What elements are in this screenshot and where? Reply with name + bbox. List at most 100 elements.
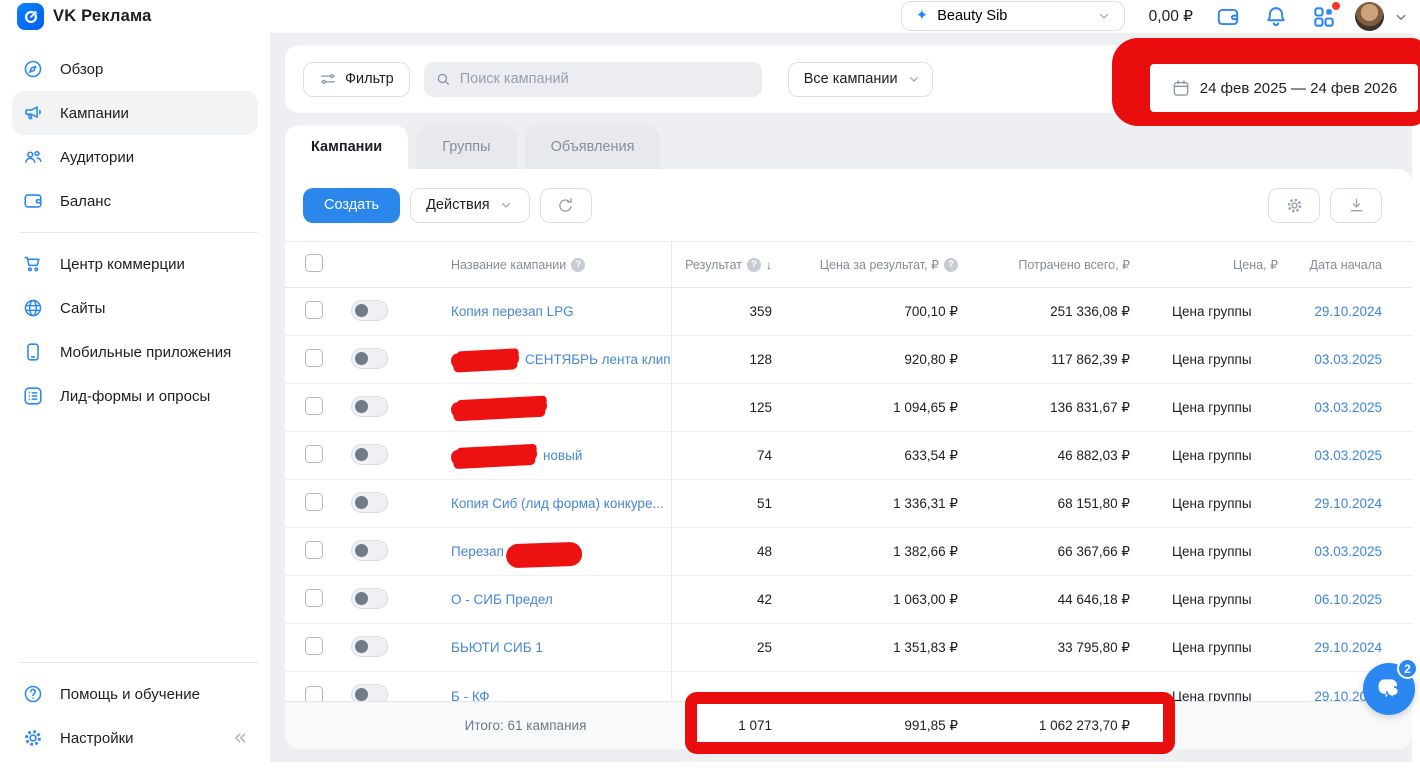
sidebar-item-lead-forms[interactable]: Лид-формы и опросы	[12, 374, 258, 418]
sidebar: Обзор Кампании Аудитории Баланс Центр ко…	[0, 33, 270, 770]
sidebar-item-commerce-center[interactable]: Центр коммерции	[12, 242, 258, 286]
start-date-link[interactable]: 03.03.2025	[1314, 400, 1382, 415]
refresh-icon	[559, 197, 572, 212]
sidebar-item-help[interactable]: Помощь и обучение	[12, 672, 258, 716]
create-button[interactable]: Создать	[303, 187, 401, 223]
row-checkbox[interactable]	[305, 589, 323, 607]
export-button[interactable]	[1330, 187, 1382, 223]
account-switcher[interactable]: ✦ Beauty Sib	[900, 0, 1125, 31]
support-chat-button[interactable]: 2	[1363, 658, 1418, 715]
help-icon[interactable]: ?	[747, 257, 761, 272]
row-toggle[interactable]	[351, 635, 388, 657]
wallet-button[interactable]	[1215, 4, 1241, 30]
sidebar-item-mobile-apps[interactable]: Мобильные приложения	[12, 330, 258, 374]
select-all-checkbox[interactable]	[305, 254, 323, 272]
total-cost-per-result: 991,85 ₽	[904, 717, 958, 733]
tab-campaigns[interactable]: Кампании	[285, 125, 409, 169]
start-date-link[interactable]: 03.03.2025	[1314, 544, 1382, 559]
cost-per-result-value: 700,10 ₽	[904, 303, 958, 319]
sidebar-item-label: Мобильные приложения	[60, 343, 232, 361]
column-result[interactable]: Результат	[685, 258, 742, 272]
column-cost-per-result[interactable]: Цена за результат, ₽	[820, 257, 939, 272]
campaign-scope-select[interactable]: Все кампании	[787, 61, 933, 97]
avatar[interactable]	[1355, 2, 1384, 31]
row-toggle[interactable]	[351, 347, 388, 369]
apps-menu-button[interactable]	[1311, 1, 1340, 30]
column-price[interactable]: Цена, ₽	[1233, 258, 1278, 272]
row-checkbox[interactable]	[305, 685, 323, 701]
tab-ads[interactable]: Объявления	[524, 125, 661, 169]
result-value: 51	[756, 496, 772, 511]
campaign-name-link[interactable]: О - СИБ Предел	[451, 592, 553, 607]
campaign-name-link[interactable]: Перезап	[451, 544, 504, 559]
help-icon[interactable]: ?	[571, 257, 586, 272]
row-toggle[interactable]	[351, 491, 388, 513]
row-checkbox[interactable]	[305, 301, 323, 319]
help-icon[interactable]: ?	[944, 257, 958, 272]
sidebar-item-sites[interactable]: Сайты	[12, 286, 258, 330]
start-date-link[interactable]: 06.10.2025	[1314, 592, 1382, 607]
filter-button[interactable]: Фильтр	[303, 61, 410, 97]
totals-label: Итого: 61 кампания	[464, 718, 587, 733]
row-toggle[interactable]	[351, 539, 388, 561]
spent-value: 136 831,67 ₽	[1050, 399, 1130, 415]
sidebar-item-balance[interactable]: Баланс	[12, 179, 258, 223]
account-name: Beauty Sib	[937, 7, 1008, 24]
row-checkbox[interactable]	[305, 445, 323, 463]
row-toggle[interactable]	[351, 684, 388, 701]
row-checkbox[interactable]	[305, 397, 323, 415]
column-start-date[interactable]: Дата начала	[1310, 258, 1382, 272]
phone-icon	[22, 341, 44, 363]
search-icon	[437, 73, 449, 85]
sidebar-item-label: Лид-формы и опросы	[60, 387, 211, 405]
chevron-down-icon[interactable]	[1392, 8, 1410, 26]
tab-groups[interactable]: Группы	[416, 125, 517, 169]
sidebar-item-campaigns[interactable]: Кампании	[12, 91, 258, 135]
row-checkbox[interactable]	[305, 541, 323, 559]
campaign-name-link[interactable]: СЕНТЯБРЬ лента клипы	[525, 352, 671, 367]
row-toggle[interactable]	[351, 443, 388, 465]
row-checkbox[interactable]	[305, 349, 323, 367]
row-checkbox[interactable]	[305, 493, 323, 511]
chat-icon	[1378, 679, 1400, 701]
filter-label: Фильтр	[345, 71, 394, 87]
column-total-spent[interactable]: Потрачено всего, ₽	[1018, 258, 1130, 272]
search-input[interactable]	[423, 61, 762, 97]
sidebar-item-settings[interactable]: Настройки	[12, 716, 258, 760]
campaign-name-link[interactable]: новый	[543, 448, 582, 463]
row-toggle[interactable]	[351, 587, 388, 609]
sidebar-item-audiences[interactable]: Аудитории	[12, 135, 258, 179]
start-date-link[interactable]: 03.03.2025	[1314, 352, 1382, 367]
campaigns-panel: Создать Действия Название кампании ? Рез…	[285, 169, 1412, 754]
campaign-name-link[interactable]: БЬЮТИ СИБ 1	[451, 640, 543, 655]
sliders-icon	[320, 74, 336, 84]
table-row: новый 74 633,54 ₽ 46 882,03 ₽ Цена групп…	[285, 432, 1412, 480]
gear-icon	[22, 727, 44, 749]
date-range-picker[interactable]: 24 фев 2025 — 24 фев 2026	[1150, 64, 1418, 112]
campaign-name-link[interactable]: Б - КФ	[451, 689, 490, 702]
result-value: 42	[756, 592, 772, 607]
column-name[interactable]: Название кампании	[451, 258, 566, 272]
sidebar-item-overview[interactable]: Обзор	[12, 47, 258, 91]
row-toggle[interactable]	[351, 395, 388, 417]
main-content: Фильтр Все кампании 24 фев 2025 — 24 фев…	[270, 33, 1420, 762]
start-date-link[interactable]: 03.03.2025	[1314, 448, 1382, 463]
spent-value: 33 795,80 ₽	[1057, 639, 1130, 655]
collapse-sidebar-icon[interactable]	[230, 728, 250, 748]
sidebar-item-label: Аудитории	[60, 148, 135, 166]
row-toggle[interactable]	[351, 299, 388, 321]
start-date-link[interactable]: 29.10.2024	[1314, 640, 1382, 655]
start-date-link[interactable]: 29.10.2024	[1314, 496, 1382, 511]
start-date-link[interactable]: 29.10.2024	[1314, 304, 1382, 319]
brand: VK Реклама	[0, 3, 152, 30]
row-checkbox[interactable]	[305, 637, 323, 655]
cost-per-result-value: 1 351,83 ₽	[893, 639, 958, 655]
table-row: Копия Сиб (лид форма) конкуре... 51 1 33…	[285, 480, 1412, 528]
campaign-name-link[interactable]: Копия Сиб (лид форма) конкуре...	[451, 496, 664, 511]
refresh-button[interactable]	[539, 187, 592, 223]
table-row: БЬЮТИ СИБ 1 25 1 351,83 ₽ 33 795,80 ₽ Це…	[285, 624, 1412, 672]
table-settings-button[interactable]	[1268, 187, 1320, 223]
actions-button[interactable]: Действия	[410, 187, 530, 223]
notifications-button[interactable]	[1263, 4, 1289, 30]
campaign-name-link[interactable]: Копия перезап LPG	[451, 304, 574, 319]
